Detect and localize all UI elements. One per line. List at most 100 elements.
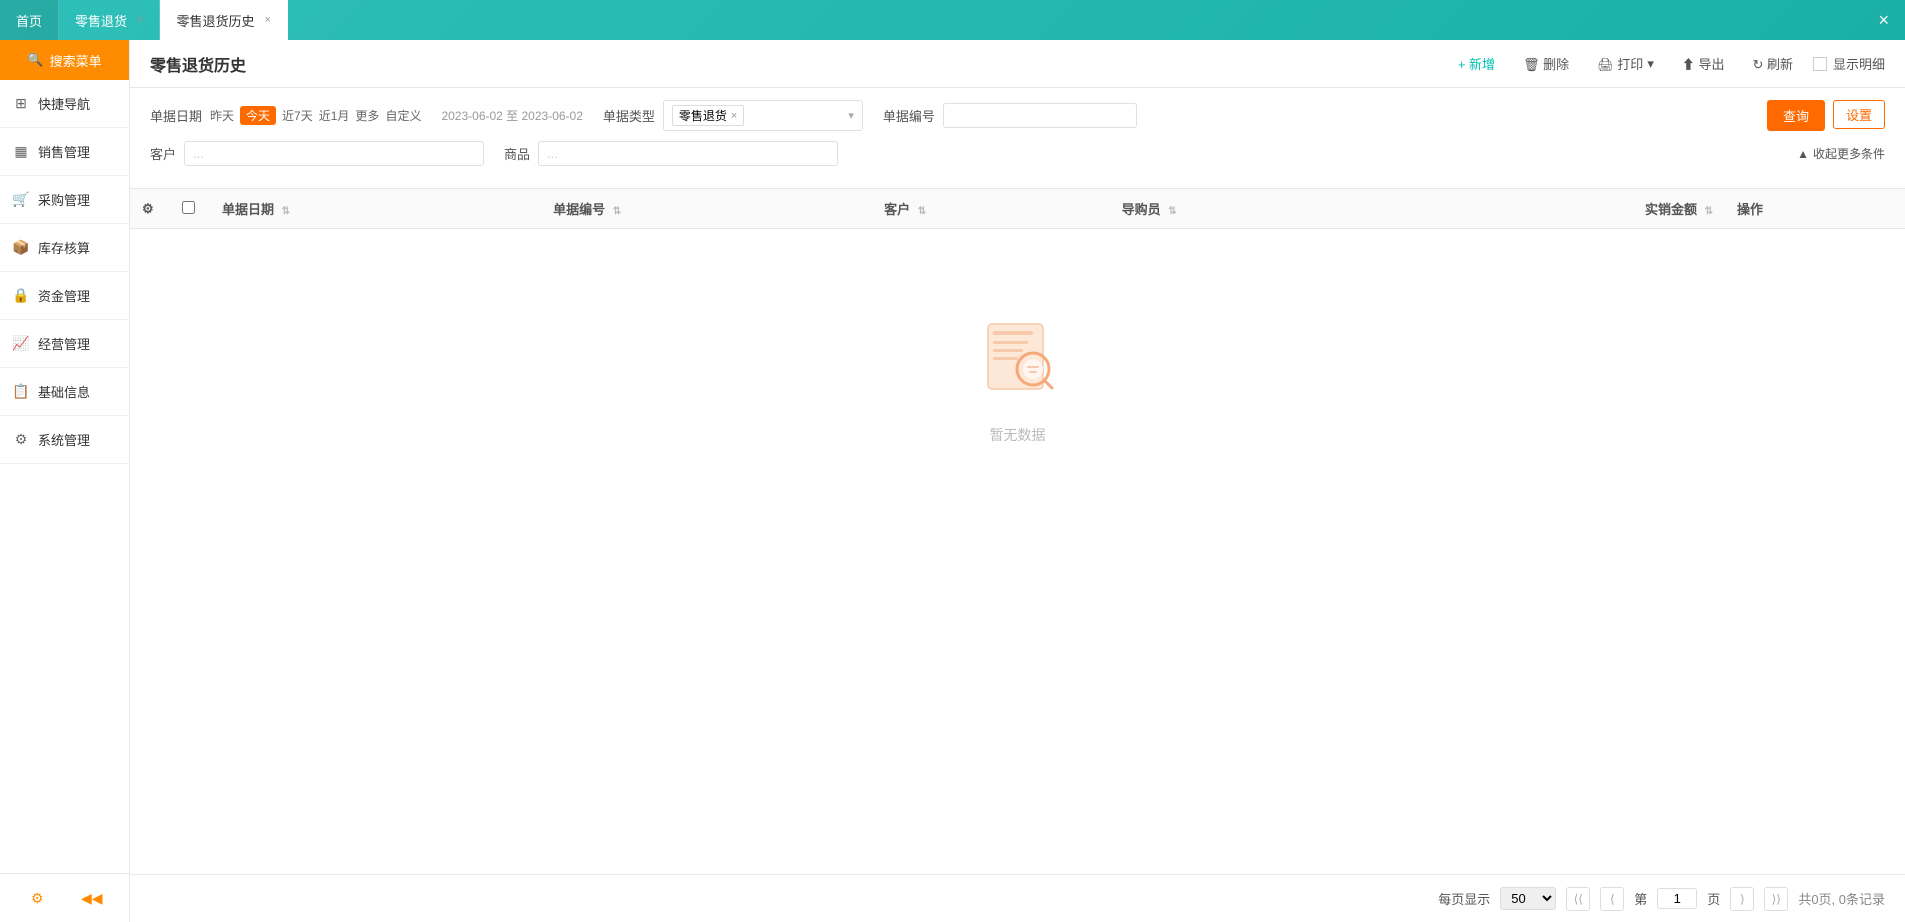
doc-type-dropdown-icon: ▾ bbox=[848, 109, 854, 122]
sidebar-item-finance-label: 资金管理 bbox=[38, 286, 90, 305]
top-bar-right: × bbox=[1862, 10, 1905, 31]
sidebar-item-sales-mgmt[interactable]: ▦ 销售管理 bbox=[0, 128, 129, 176]
search-icon: 🔍 bbox=[27, 52, 43, 68]
sidebar-item-finance[interactable]: 🔒 资金管理 bbox=[0, 272, 129, 320]
sidebar-item-quick-nav[interactable]: ⊞ 快捷导航 bbox=[0, 80, 129, 128]
customer-input[interactable]: ... bbox=[184, 141, 484, 166]
sidebar: 🔍 搜索菜单 ⊞ 快捷导航 ▦ 销售管理 🛒 采购管理 📦 库存核算 🔒 bbox=[0, 40, 130, 922]
collapse-up-icon: ▲ bbox=[1797, 147, 1809, 161]
set-button[interactable]: 设置 bbox=[1833, 100, 1885, 129]
date-shortcut-more[interactable]: 更多 bbox=[355, 107, 379, 124]
quick-nav-icon: ⊞ bbox=[12, 95, 30, 113]
sidebar-menu: ⊞ 快捷导航 ▦ 销售管理 🛒 采购管理 📦 库存核算 🔒 资金管理 📈 经 bbox=[0, 80, 129, 873]
sidebar-item-system-mgmt[interactable]: ⚙ 系统管理 bbox=[0, 416, 129, 464]
tab-home[interactable]: 首页 bbox=[0, 0, 59, 40]
doc-type-tag: 零售退货 × bbox=[672, 105, 744, 126]
date-shortcuts: 昨天 今天 近7天 近1月 更多 自定义 bbox=[210, 106, 421, 125]
tab-retail-return-history[interactable]: 零售退货历史 × bbox=[160, 0, 287, 40]
tab-home-label: 首页 bbox=[16, 11, 42, 30]
tab-retail-return[interactable]: 零售退货 × bbox=[59, 0, 160, 40]
goods-input[interactable]: ... bbox=[538, 141, 838, 166]
sidebar-bottom: ⚙ ◀◀ bbox=[0, 873, 129, 922]
goods-placeholder: ... bbox=[547, 146, 558, 161]
sales-mgmt-icon: ▦ bbox=[12, 143, 30, 161]
th-doc-no-label: 单据编号 bbox=[553, 202, 605, 217]
sidebar-item-basic-info-label: 基础信息 bbox=[38, 382, 90, 401]
export-button[interactable]: ⬆ 导出 bbox=[1674, 50, 1733, 77]
th-customer: 客户 ⇅ bbox=[872, 189, 1110, 229]
table-settings-icon[interactable]: ⚙ bbox=[142, 201, 154, 216]
doc-type-tag-value: 零售退货 bbox=[679, 107, 727, 124]
page-title: 零售退货历史 bbox=[150, 52, 246, 76]
filter-row-2: 客户 ... 商品 ... ▲ 收起更多条件 bbox=[150, 141, 1885, 166]
collapse-button[interactable]: ▲ 收起更多条件 bbox=[1797, 145, 1885, 162]
empty-state-text: 暂无数据 bbox=[990, 425, 1046, 445]
th-doc-date-label: 单据日期 bbox=[222, 202, 274, 217]
sidebar-item-purchase-mgmt[interactable]: 🛒 采购管理 bbox=[0, 176, 129, 224]
sidebar-item-basic-info[interactable]: 📋 基础信息 bbox=[0, 368, 129, 416]
page-label: 第 bbox=[1634, 889, 1647, 908]
refresh-button[interactable]: ↻ 刷新 bbox=[1744, 50, 1801, 77]
window-close-button[interactable]: × bbox=[1878, 10, 1889, 31]
th-settings: ⚙ bbox=[130, 189, 170, 229]
date-shortcut-yesterday[interactable]: 昨天 bbox=[210, 107, 234, 124]
basic-info-icon: 📋 bbox=[12, 383, 30, 401]
tab-retail-return-close[interactable]: × bbox=[137, 14, 143, 26]
th-doc-date: 单据日期 ⇅ bbox=[210, 189, 541, 229]
filter-row-1: 单据日期 昨天 今天 近7天 近1月 更多 自定义 2023-06-02 至 2… bbox=[150, 100, 1885, 131]
th-action-label: 操作 bbox=[1737, 202, 1763, 217]
doc-type-label: 单据类型 bbox=[603, 106, 655, 125]
filter-customer: 客户 ... bbox=[150, 141, 484, 166]
sidebar-settings-button[interactable]: ⚙ bbox=[23, 884, 51, 912]
last-page-button[interactable]: ⟩⟩ bbox=[1764, 887, 1788, 911]
date-shortcut-1month[interactable]: 近1月 bbox=[319, 107, 350, 124]
prev-page-button[interactable]: ⟨ bbox=[1600, 887, 1624, 911]
sidebar-volume-button[interactable]: ◀◀ bbox=[78, 884, 106, 912]
display-detail-checkbox[interactable] bbox=[1813, 57, 1827, 71]
filter-date: 单据日期 昨天 今天 近7天 近1月 更多 自定义 bbox=[150, 106, 421, 125]
query-button[interactable]: 查询 bbox=[1767, 100, 1825, 131]
select-all-checkbox[interactable] bbox=[182, 201, 195, 214]
filter-area: 单据日期 昨天 今天 近7天 近1月 更多 自定义 2023-06-02 至 2… bbox=[130, 88, 1905, 189]
sidebar-item-purchase-mgmt-label: 采购管理 bbox=[38, 190, 90, 209]
empty-state-icon bbox=[968, 309, 1068, 409]
date-shortcut-7days[interactable]: 近7天 bbox=[282, 107, 313, 124]
display-detail-label: 显示明细 bbox=[1833, 54, 1885, 73]
sidebar-item-operations[interactable]: 📈 经营管理 bbox=[0, 320, 129, 368]
th-guide-sort-icon[interactable]: ⇅ bbox=[1168, 206, 1176, 217]
page-unit: 页 bbox=[1707, 889, 1720, 908]
tab-retail-return-history-close[interactable]: × bbox=[264, 14, 270, 26]
doc-no-input[interactable] bbox=[943, 103, 1137, 128]
doc-type-select[interactable]: 零售退货 × ▾ bbox=[663, 100, 863, 131]
filter-goods: 商品 ... bbox=[504, 141, 838, 166]
sidebar-item-quick-nav-label: 快捷导航 bbox=[38, 94, 90, 113]
page-size-select[interactable]: 10 20 50 100 bbox=[1500, 887, 1556, 910]
th-guide-label: 导购员 bbox=[1122, 202, 1161, 217]
date-shortcut-custom[interactable]: 自定义 bbox=[385, 107, 421, 124]
new-button[interactable]: + 新增 bbox=[1450, 50, 1503, 77]
th-customer-sort-icon[interactable]: ⇅ bbox=[918, 206, 926, 217]
delete-button[interactable]: 🗑 删除 bbox=[1515, 50, 1577, 77]
th-doc-no-sort-icon[interactable]: ⇅ bbox=[613, 206, 621, 217]
doc-type-tag-close[interactable]: × bbox=[731, 110, 737, 122]
total-info: 共0页, 0条记录 bbox=[1798, 889, 1885, 908]
th-actual-amount-label: 实销金额 bbox=[1645, 202, 1697, 217]
filter-date-range-item: 2023-06-02 至 2023-06-02 bbox=[441, 107, 582, 124]
print-button[interactable]: 🖨 打印 ▾ bbox=[1589, 50, 1662, 77]
collapse-label: 收起更多条件 bbox=[1813, 145, 1885, 162]
sidebar-search[interactable]: 🔍 搜索菜单 bbox=[0, 40, 129, 80]
date-shortcut-today[interactable]: 今天 bbox=[240, 106, 276, 125]
th-doc-date-sort-icon[interactable]: ⇅ bbox=[282, 206, 290, 217]
first-page-button[interactable]: ⟨⟨ bbox=[1566, 887, 1590, 911]
next-page-button[interactable]: ⟩ bbox=[1730, 887, 1754, 911]
th-customer-label: 客户 bbox=[884, 202, 910, 217]
operations-icon: 📈 bbox=[12, 335, 30, 353]
th-actual-amount-sort-icon[interactable]: ⇅ bbox=[1705, 206, 1713, 217]
pagination: 每页显示 10 20 50 100 ⟨⟨ ⟨ 第 页 ⟩ ⟩⟩ 共0页, 0条记… bbox=[130, 874, 1905, 922]
export-button-label: ⬆ 导出 bbox=[1682, 54, 1725, 73]
goods-label: 商品 bbox=[504, 144, 530, 163]
sidebar-item-inventory[interactable]: 📦 库存核算 bbox=[0, 224, 129, 272]
customer-label: 客户 bbox=[150, 144, 176, 163]
page-number-input[interactable] bbox=[1657, 888, 1697, 909]
page-header: 零售退货历史 + 新增 🗑 删除 🖨 打印 ▾ ⬆ 导出 ↻ 刷新 bbox=[130, 40, 1905, 88]
